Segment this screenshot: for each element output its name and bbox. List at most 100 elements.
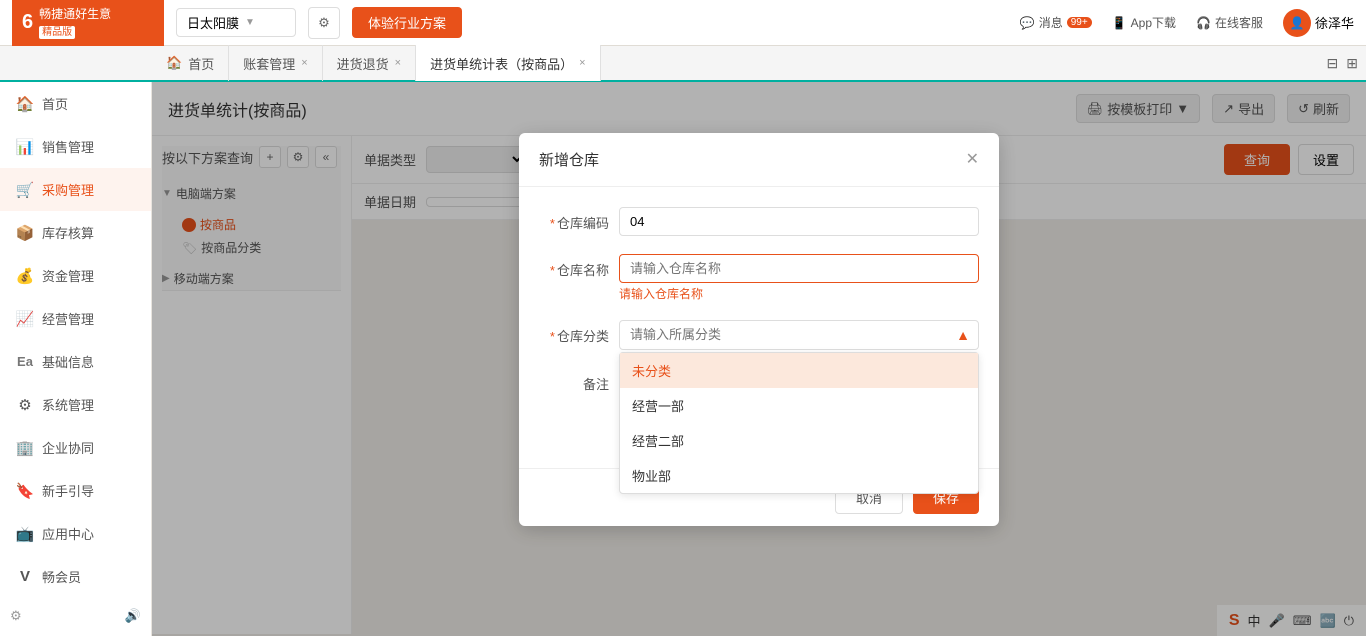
sidebar-item-home[interactable]: 🏠 首页 [0, 82, 151, 125]
sidebar-item-apps[interactable]: 📺 应用中心 [0, 512, 151, 555]
gear-button[interactable]: ⚙ [308, 7, 340, 39]
purchase-icon: 🛒 [16, 181, 34, 199]
category-input[interactable] [620, 321, 948, 348]
modal-overlay[interactable]: 新增仓库 ✕ 仓库编码 仓库名称 [152, 82, 1366, 636]
sidebar-item-sales[interactable]: 📊 销售管理 [0, 125, 151, 168]
sidebar-finance-label: 资金管理 [42, 266, 94, 285]
sidebar-item-finance[interactable]: 💰 资金管理 [0, 254, 151, 297]
user-name: 徐泽华 [1315, 13, 1354, 32]
sidebar-ops-label: 经营管理 [42, 309, 94, 328]
code-control [619, 207, 979, 236]
category-dropdown: 未分类 经营一部 经营二部 物业部 [619, 352, 979, 494]
sidebar-item-inventory[interactable]: 📦 库存核算 [0, 211, 151, 254]
sidebar: 🏠 首页 📊 销售管理 🛒 采购管理 📦 库存核算 💰 资金管理 📈 经营管理 … [0, 82, 152, 636]
category-input-wrap: ▲ [619, 320, 979, 350]
name-label: 仓库名称 [539, 254, 619, 279]
tab-returns-close[interactable]: × [395, 57, 401, 69]
name-input[interactable] [619, 254, 979, 283]
sales-icon: 📊 [16, 138, 34, 156]
category-arrow-icon[interactable]: ▲ [948, 321, 978, 349]
tab-accounts-close[interactable]: × [301, 57, 307, 69]
name-control: 请输入仓库名称 [619, 254, 979, 302]
service-label: 在线客服 [1215, 14, 1263, 31]
try-button[interactable]: 体验行业方案 [352, 7, 462, 38]
message-icon: 💬 [1020, 16, 1035, 30]
avatar: 👤 [1283, 9, 1311, 37]
store-name: 日太阳膜 [187, 13, 239, 32]
tab-restore-icon[interactable]: ⊟ [1327, 55, 1339, 72]
sidebar-item-enterprise[interactable]: 🏢 企业协同 [0, 426, 151, 469]
category-control: ▲ 未分类 经营一部 经营二部 物业部 [619, 320, 979, 350]
logo-badge: 精品版 [39, 26, 75, 39]
category-row: 仓库分类 ▲ 未分类 经营一部 经营二部 物业部 [539, 320, 979, 350]
modal-body: 仓库编码 仓库名称 请输入仓库名称 [519, 187, 999, 468]
modal-close-button[interactable]: ✕ [966, 149, 979, 169]
name-row: 仓库名称 请输入仓库名称 [539, 254, 979, 302]
sidebar-item-purchase[interactable]: 🛒 采购管理 [0, 168, 151, 211]
logo-area: 6 畅捷通好生意 精品版 [12, 0, 164, 46]
tab-stats[interactable]: 进货单统计表（按商品） × [416, 45, 600, 81]
modal-header: 新增仓库 ✕ [519, 133, 999, 187]
sidebar-inventory-label: 库存核算 [42, 223, 94, 242]
dropdown-item-1[interactable]: 经营一部 [620, 388, 978, 423]
app-download-button[interactable]: 📱 App下载 [1112, 14, 1176, 31]
tab-fullscreen-icon[interactable]: ⊞ [1346, 55, 1358, 72]
sidebar-guide-label: 新手引导 [42, 481, 94, 500]
ops-icon: 📈 [16, 310, 34, 328]
headset-icon: 🎧 [1196, 16, 1211, 30]
sidebar-basic-label: 基础信息 [42, 352, 94, 371]
tab-bar: 🏠 首页 账套管理 × 进货退货 × 进货单统计表（按商品） × ⊟ ⊞ [0, 46, 1366, 82]
inventory-icon: 📦 [16, 224, 34, 242]
dropdown-item-0[interactable]: 未分类 [620, 353, 978, 388]
code-label: 仓库编码 [539, 207, 619, 232]
dropdown-item-2[interactable]: 经营二部 [620, 423, 978, 458]
sidebar-bottom: ⚙ 🔊 [0, 598, 151, 634]
sidebar-item-system[interactable]: ⚙ 系统管理 [0, 383, 151, 426]
system-icon: ⚙ [16, 396, 34, 414]
sidebar-member-label: 畅会员 [42, 567, 81, 586]
tab-returns-label: 进货退货 [337, 54, 389, 73]
message-button[interactable]: 💬 消息 99+ [1020, 14, 1092, 31]
name-error-text: 请输入仓库名称 [619, 285, 979, 302]
tab-returns[interactable]: 进货退货 × [323, 45, 416, 81]
speaker-icon[interactable]: 🔊 [125, 608, 141, 624]
tab-stats-close[interactable]: × [579, 57, 585, 69]
message-badge: 99+ [1067, 17, 1092, 28]
tab-accounts[interactable]: 账套管理 × [229, 45, 322, 81]
finance-icon: 💰 [16, 267, 34, 285]
top-right-actions: 💬 消息 99+ 📱 App下载 🎧 在线客服 👤 徐泽华 [1020, 9, 1354, 37]
sidebar-purchase-label: 采购管理 [42, 180, 94, 199]
member-icon: V [16, 568, 34, 586]
home-icon: 🏠 [16, 95, 34, 113]
sidebar-apps-label: 应用中心 [42, 524, 94, 543]
service-button[interactable]: 🎧 在线客服 [1196, 14, 1263, 31]
sidebar-item-basic[interactable]: Ea 基础信息 [0, 340, 151, 383]
sidebar-item-member[interactable]: V 畅会员 [0, 555, 151, 598]
content-area: 进货单统计(按商品) 🖨 按模板打印 ▼ ↗ 导出 ↺ 刷新 [152, 82, 1366, 636]
tab-home[interactable]: 🏠 首页 [152, 45, 229, 81]
sidebar-item-guide[interactable]: 🔖 新手引导 [0, 469, 151, 512]
sidebar-home-label: 首页 [42, 94, 68, 113]
user-info[interactable]: 👤 徐泽华 [1283, 9, 1354, 37]
main-layout: 🏠 首页 📊 销售管理 🛒 采购管理 📦 库存核算 💰 资金管理 📈 经营管理 … [0, 82, 1366, 636]
tab-actions: ⊟ ⊞ [1327, 55, 1366, 72]
code-input[interactable] [619, 207, 979, 236]
sidebar-sales-label: 销售管理 [42, 137, 94, 156]
settings-icon[interactable]: ⚙ [10, 608, 22, 624]
logo-icon: 6 [22, 11, 33, 34]
apps-icon: 📺 [16, 525, 34, 543]
code-row: 仓库编码 [539, 207, 979, 236]
top-bar: 6 畅捷通好生意 精品版 日太阳膜 ▼ ⚙ 体验行业方案 💬 消息 99+ 📱 … [0, 0, 1366, 46]
logo-text: 畅捷通好生意 [39, 7, 111, 23]
tab-accounts-label: 账套管理 [243, 54, 295, 73]
guide-icon: 🔖 [16, 482, 34, 500]
home-icon: 🏠 [166, 55, 182, 71]
chevron-down-icon: ▼ [245, 17, 255, 28]
sidebar-enterprise-label: 企业协同 [42, 438, 94, 457]
dropdown-item-3[interactable]: 物业部 [620, 458, 978, 493]
category-label: 仓库分类 [539, 320, 619, 345]
tab-stats-label: 进货单统计表（按商品） [430, 54, 573, 73]
store-selector[interactable]: 日太阳膜 ▼ [176, 8, 296, 37]
sidebar-system-label: 系统管理 [42, 395, 94, 414]
sidebar-item-ops[interactable]: 📈 经营管理 [0, 297, 151, 340]
